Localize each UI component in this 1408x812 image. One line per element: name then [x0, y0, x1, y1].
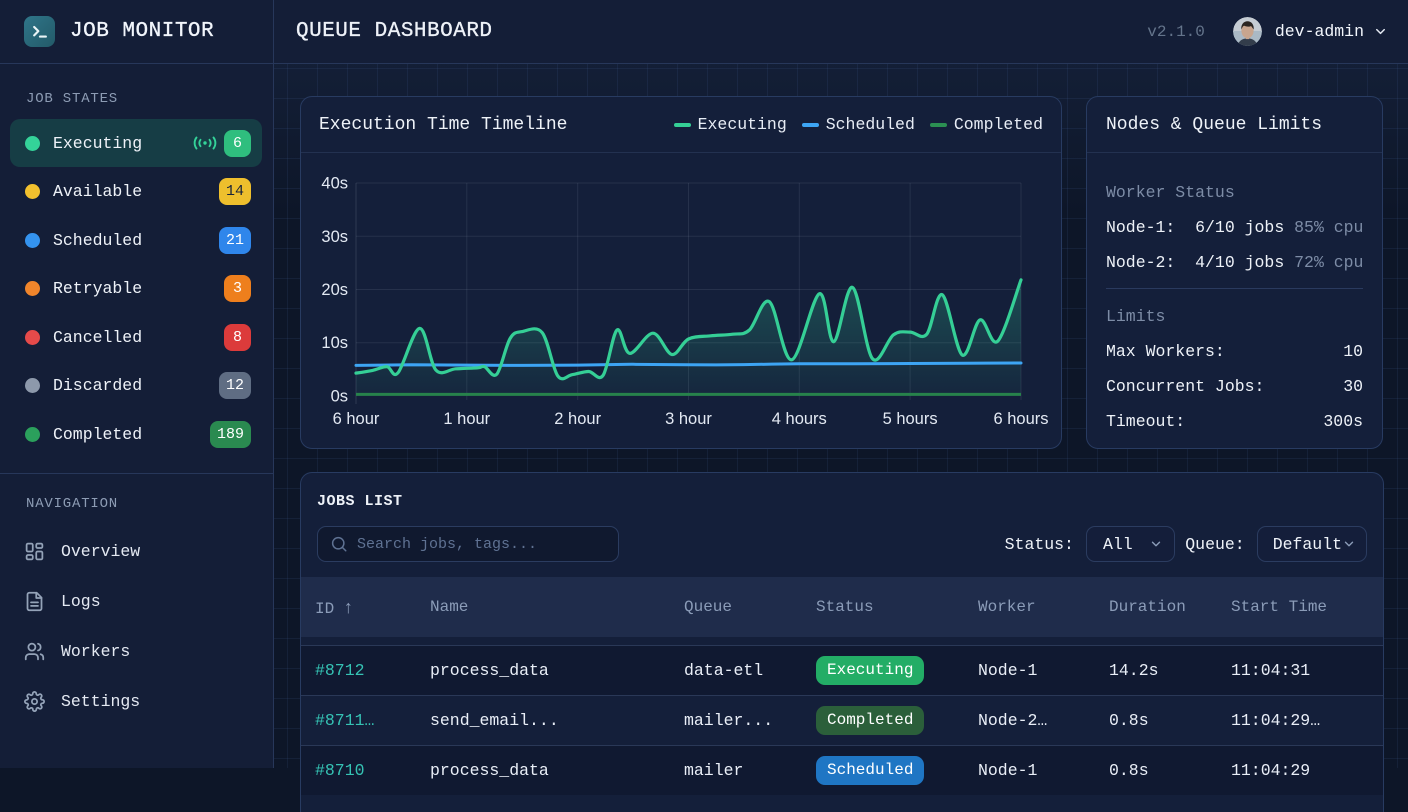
svg-text:1 hour: 1 hour	[443, 410, 490, 428]
svg-text:5 hours: 5 hours	[883, 410, 938, 428]
svg-text:20s: 20s	[321, 281, 348, 299]
svg-text:2 hour: 2 hour	[554, 410, 601, 428]
svg-text:4 hours: 4 hours	[772, 410, 827, 428]
svg-text:40s: 40s	[321, 175, 348, 193]
svg-text:0s: 0s	[331, 388, 348, 406]
svg-text:6 hour: 6 hour	[333, 410, 380, 428]
svg-text:10s: 10s	[321, 334, 348, 352]
svg-text:3 hour: 3 hour	[665, 410, 712, 428]
svg-text:6 hours: 6 hours	[993, 410, 1048, 428]
svg-text:30s: 30s	[321, 228, 348, 246]
